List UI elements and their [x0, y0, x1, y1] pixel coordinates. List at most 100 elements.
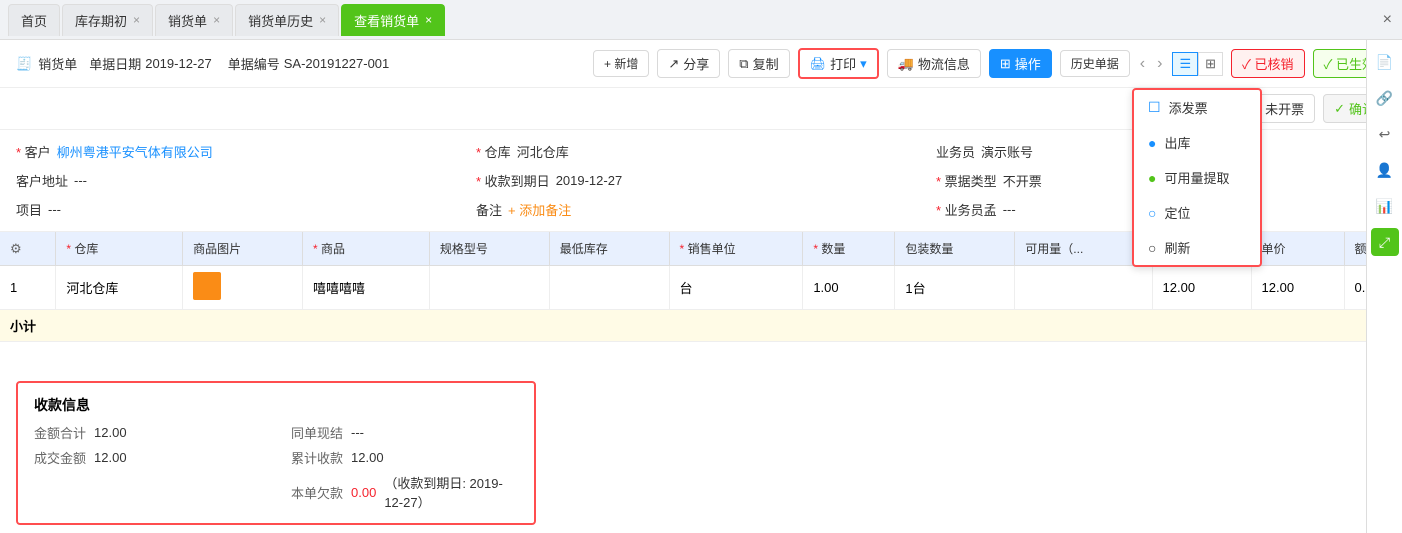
- new-button[interactable]: + 新增: [593, 50, 649, 77]
- warehouse-row: 仓库 河北仓库: [476, 142, 926, 161]
- col-spec: 规格型号: [429, 232, 549, 266]
- close-tab-2[interactable]: ×: [213, 13, 220, 27]
- settings-icon[interactable]: ⚙: [10, 241, 22, 256]
- sidebar-icon-chart[interactable]: 📊: [1371, 192, 1399, 220]
- transaction-label: 成交金额: [34, 448, 86, 467]
- current-due-value: 0.00: [351, 485, 376, 500]
- ticket-type-label: 票据类型: [936, 171, 997, 190]
- col-settings[interactable]: ⚙: [0, 232, 56, 266]
- total-row: 金额合计 12.00: [34, 423, 261, 442]
- window-close-button[interactable]: ×: [1383, 11, 1392, 29]
- available-qty-item[interactable]: ● 可用量提取: [1134, 160, 1260, 195]
- sidebar-icon-doc[interactable]: 📄: [1371, 48, 1399, 76]
- operation-icon: ⊞: [1000, 56, 1011, 72]
- row-product: 嘻嘻嘻嘻: [303, 266, 430, 310]
- view-list-btn[interactable]: ☰: [1172, 52, 1198, 76]
- print-dropdown-arrow[interactable]: ▾: [860, 56, 867, 72]
- customer-value[interactable]: 柳州粤港平安气体有限公司: [57, 142, 213, 161]
- sidebar-icon-user[interactable]: 👤: [1371, 156, 1399, 184]
- note-label: 备注: [476, 200, 502, 219]
- share-button[interactable]: ↗ 分享: [657, 49, 720, 78]
- row-available: [1015, 266, 1152, 310]
- operation-button[interactable]: ⊞ 操作: [989, 49, 1052, 78]
- tab-sales-order[interactable]: 销货单 ×: [155, 4, 233, 36]
- doc-number-value: SA-20191227-001: [284, 56, 390, 71]
- cumulative-row: 累计收款 12.00: [291, 448, 518, 467]
- outbound-icon: ●: [1148, 135, 1156, 151]
- same-settlement-row: 同单现结 ---: [291, 423, 518, 442]
- summary-title: 收款信息: [34, 395, 518, 415]
- subtotal-label: 小计: [0, 310, 1402, 342]
- address-value: ---: [74, 173, 87, 188]
- row-pack-qty: 1台: [895, 266, 1015, 310]
- copy-button[interactable]: ⧉ 复制: [728, 49, 789, 78]
- doc-title: 🧾 销货单: [16, 54, 77, 73]
- row-product-img: [183, 266, 303, 310]
- customer-label: 客户: [16, 142, 51, 161]
- refresh-icon: ○: [1148, 240, 1156, 256]
- row-no: 1: [0, 266, 56, 310]
- close-tab-3[interactable]: ×: [319, 13, 326, 27]
- view-toggle: ☰ ⊞: [1172, 52, 1223, 76]
- due-date-row: 收款到期日 2019-12-27: [476, 171, 926, 190]
- history-button[interactable]: 历史单据: [1060, 50, 1130, 77]
- add-invoice-item[interactable]: ☐ 添发票: [1134, 90, 1260, 125]
- tab-view-sales[interactable]: 查看销货单 ×: [341, 4, 445, 36]
- row-sales-unit: 台: [669, 266, 803, 310]
- row-unit-price: 12.00: [1251, 266, 1344, 310]
- sidebar-icon-link[interactable]: 🔗: [1371, 84, 1399, 112]
- logistics-icon: 🚚: [898, 56, 914, 72]
- warehouse-value: 河北仓库: [517, 142, 569, 161]
- tab-bar: 首页 库存期初 × 销货单 × 销货单历史 × 查看销货单 × ×: [0, 0, 1402, 40]
- print-button[interactable]: 🖨 打印 ▾: [798, 48, 879, 79]
- available-qty-icon: ●: [1148, 170, 1156, 186]
- table-row: 1 河北仓库 嘻嘻嘻嘻 台 1.00 1台 12.00 12.00 0.: [0, 266, 1402, 310]
- doc-number-label: 单据编号 SA-20191227-001: [228, 54, 390, 73]
- col-min-stock: 最低库存: [549, 232, 669, 266]
- nav-prev[interactable]: ‹: [1138, 53, 1147, 75]
- close-tab-1[interactable]: ×: [133, 13, 140, 27]
- staff2-value: ---: [1003, 202, 1016, 217]
- warehouse-label: 仓库: [476, 142, 511, 161]
- sidebar-icon-return[interactable]: ↩: [1371, 120, 1399, 148]
- col-warehouse: 仓库: [56, 232, 183, 266]
- transaction-row: 成交金额 12.00: [34, 448, 261, 467]
- refresh-item[interactable]: ○ 刷新: [1134, 230, 1260, 265]
- total-label: 金额合计: [34, 423, 86, 442]
- col-product: 商品: [303, 232, 430, 266]
- transaction-value: 12.00: [94, 450, 127, 465]
- col-product-img: 商品图片: [183, 232, 303, 266]
- project-row: 项目 ---: [16, 200, 466, 219]
- customer-row: 客户 柳州粤港平安气体有限公司: [16, 142, 466, 161]
- outbound-item[interactable]: ● 出库: [1134, 125, 1260, 160]
- col-unit-price: 单价: [1251, 232, 1344, 266]
- location-item[interactable]: ○ 定位: [1134, 195, 1260, 230]
- add-invoice-icon: ☐: [1148, 99, 1161, 116]
- tab-inventory-init[interactable]: 库存期初 ×: [62, 4, 153, 36]
- col-sales-unit: 销售单位: [669, 232, 803, 266]
- doc-icon: 🧾: [16, 56, 32, 72]
- check-icon: ✓: [1334, 101, 1345, 117]
- project-label: 项目: [16, 200, 42, 219]
- doc-header: 🧾 销货单 单据日期 2019-12-27 单据编号 SA-20191227-0…: [0, 40, 1402, 88]
- row-spec: [429, 266, 549, 310]
- doc-title-text: 销货单: [38, 54, 77, 73]
- tab-sales-history[interactable]: 销货单历史 ×: [235, 4, 339, 36]
- total-value: 12.00: [94, 425, 127, 440]
- close-tab-4[interactable]: ×: [425, 13, 432, 27]
- due-date-label: 收款到期日: [476, 171, 550, 190]
- product-image: [193, 272, 221, 300]
- nav-next[interactable]: ›: [1155, 53, 1164, 75]
- tab-home[interactable]: 首页: [8, 4, 60, 36]
- staff-value: 演示账号: [981, 142, 1033, 161]
- logistics-button[interactable]: 🚚 物流信息: [887, 49, 981, 78]
- operation-dropdown: ☐ 添发票 ● 出库 ● 可用量提取 ○ 定位 ○ 刷新: [1132, 88, 1262, 267]
- summary-section: 收款信息 金额合计 12.00 同单现结 --- 成交金额 12.00 累计收款…: [16, 381, 536, 525]
- print-icon: 🖨: [810, 56, 827, 72]
- sidebar-icon-expand[interactable]: ⤢: [1371, 228, 1399, 256]
- view-grid-btn[interactable]: ⊞: [1198, 52, 1223, 76]
- add-note-button[interactable]: + 添加备注: [508, 200, 571, 219]
- doc-date-label: 单据日期 2019-12-27: [89, 54, 212, 73]
- row-min-stock: [549, 266, 669, 310]
- note-row: 备注 + 添加备注: [476, 200, 926, 219]
